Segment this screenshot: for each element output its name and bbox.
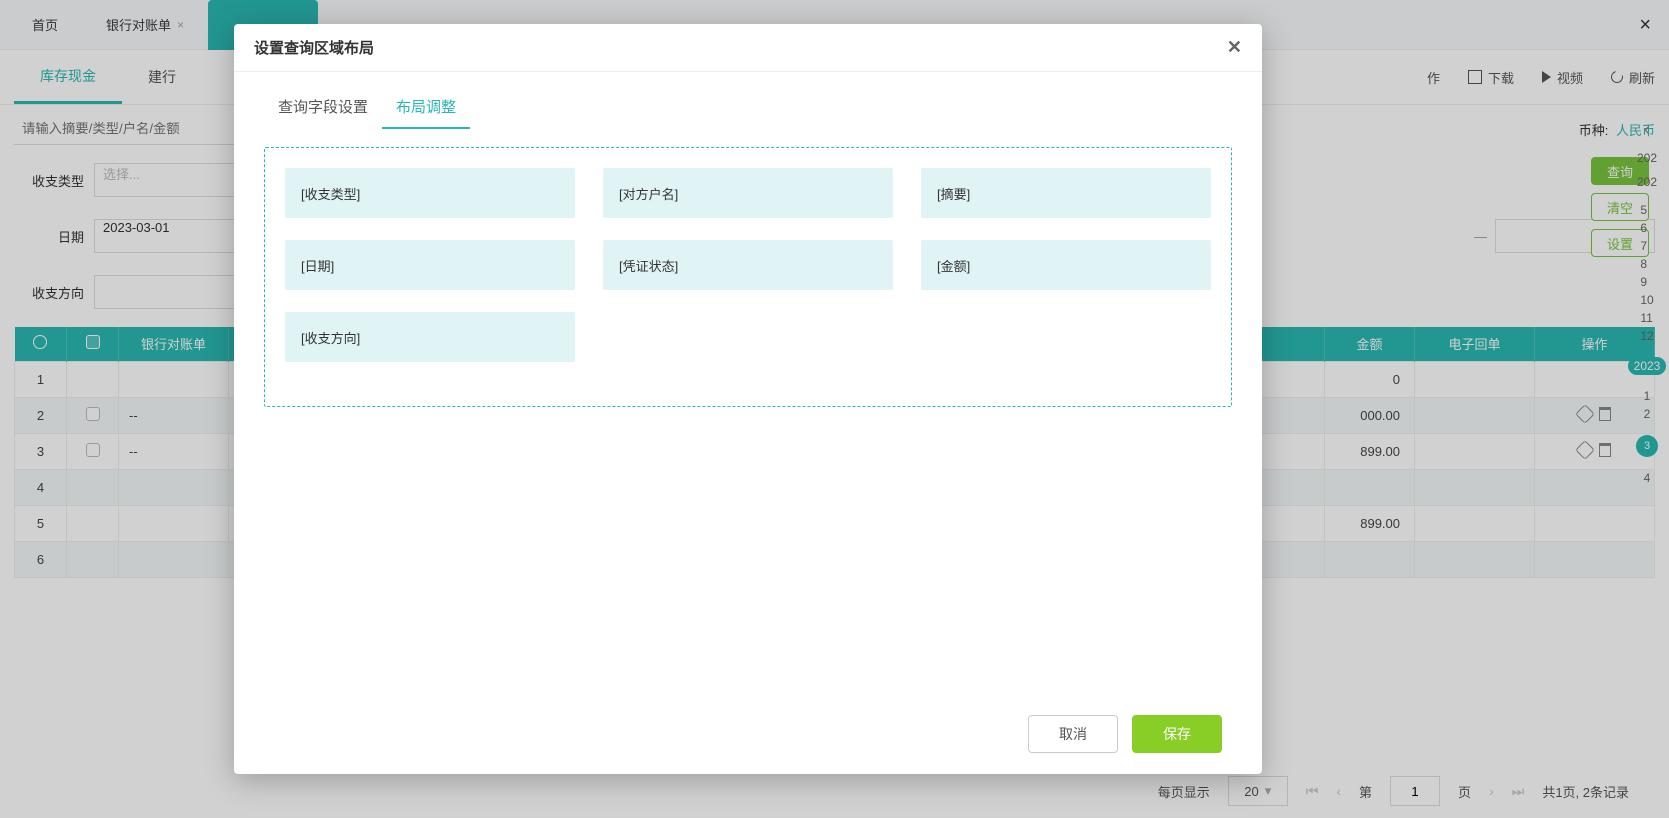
modal-title: 设置查询区域布局 [254, 37, 374, 58]
save-button[interactable]: 保存 [1132, 715, 1222, 753]
layout-chip[interactable]: [凭证状态] [603, 240, 893, 290]
layout-chip[interactable]: [收支类型] [285, 168, 575, 218]
layout-chip[interactable]: [日期] [285, 240, 575, 290]
layout-settings-modal: 设置查询区域布局 ✕ 查询字段设置 布局调整 [收支类型][对方户名][摘要][… [234, 24, 1262, 774]
layout-chip-grid[interactable]: [收支类型] [对方户名] [摘要] [日期] [凭证状态] [金额] [收支方向] [264, 147, 1232, 407]
modal-tab-layout[interactable]: 布局调整 [382, 90, 470, 129]
layout-chip[interactable]: [收支方向] [285, 312, 575, 362]
modal-close-icon[interactable]: ✕ [1227, 37, 1242, 58]
cancel-button[interactable]: 取消 [1028, 715, 1118, 753]
layout-chip[interactable]: [金额] [921, 240, 1211, 290]
layout-chip[interactable]: [摘要] [921, 168, 1211, 218]
modal-tab-fields[interactable]: 查询字段设置 [264, 90, 382, 129]
layout-chip[interactable]: [对方户名] [603, 168, 893, 218]
modal-footer: 取消 保存 [234, 694, 1262, 774]
modal-header: 设置查询区域布局 ✕ [234, 24, 1262, 72]
modal-tabs: 查询字段设置 布局调整 [234, 72, 1262, 129]
